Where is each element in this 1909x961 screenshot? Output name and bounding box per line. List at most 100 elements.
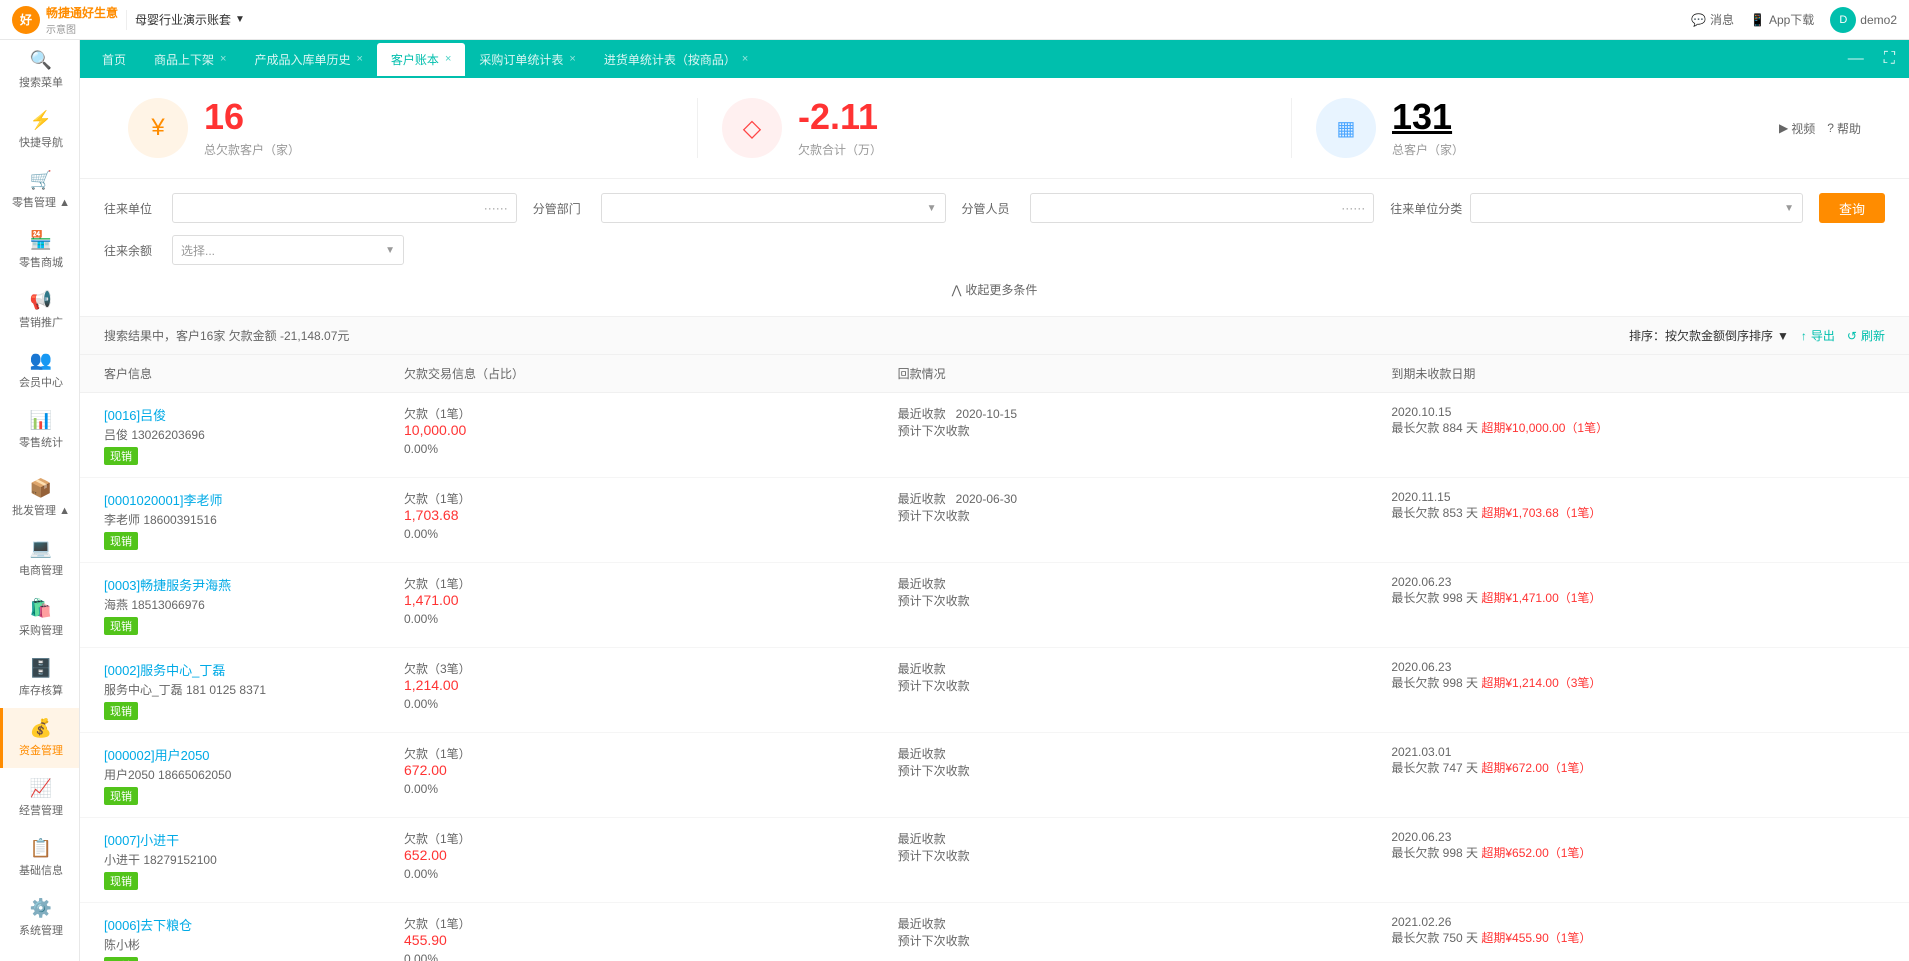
customer-name-link[interactable]: [0007]小进干 — [104, 830, 404, 849]
results-summary: 搜索结果中，客户16家 欠款金额 -21,148.07元 排序：按欠款金额倒序排… — [80, 317, 1909, 355]
sidebar-item-retail-stats[interactable]: 📊 零售统计 — [0, 400, 79, 460]
sidebar-item-operation[interactable]: 📈 经营管理 — [0, 768, 79, 828]
filter-input-person[interactable]: ··· — [1030, 193, 1375, 223]
tab-close-icon[interactable]: × — [220, 53, 226, 65]
tab-label: 客户账本 — [391, 51, 439, 68]
search-button[interactable]: 查询 — [1819, 193, 1885, 223]
refresh-button[interactable]: ↺ 刷新 — [1847, 327, 1885, 344]
filter-select-balance[interactable]: 选择... ▼ — [172, 235, 404, 265]
sidebar-item-retail-mall[interactable]: 🏪 零售商城 — [0, 220, 79, 280]
tab-product-shelf[interactable]: 商品上下架 × — [140, 43, 240, 76]
next-payment-label: 预计下次收款 — [898, 592, 1392, 609]
last-payment-label: 最近收款 2020-10-15 — [898, 405, 1392, 422]
top-bar-right: 💬 消息 📱 App下载 D demo2 — [1691, 7, 1897, 33]
customer-name-link[interactable]: [0003]畅捷服务尹海燕 — [104, 575, 404, 594]
chevron-up-icon: ⋀ — [952, 283, 962, 297]
collapse-button[interactable]: ⋀ 收起更多条件 — [952, 281, 1038, 298]
sidebar-item-marketing[interactable]: 📢 营销推广 — [0, 280, 79, 340]
chevron-down-icon: ▼ — [1777, 329, 1789, 343]
main-layout: 🔍 搜索菜单 ⚡ 快捷导航 🛒 零售管理 ▲ 🏪 零售商城 📢 营销推广 👥 会… — [0, 40, 1909, 961]
customer-name-link[interactable]: [0001020001]李老师 — [104, 490, 404, 509]
video-button[interactable]: ▶ 视频 — [1779, 120, 1815, 137]
tab-close-icon[interactable]: × — [569, 53, 575, 65]
user-avatar-button[interactable]: D demo2 — [1830, 7, 1897, 33]
filter-row-2: 往来余额 选择... ▼ — [104, 235, 1885, 265]
customer-phone: 吕俊 13026203696 — [104, 426, 404, 443]
debt-info: 欠款（1笔） 455.90 0.00% — [404, 915, 898, 961]
due-date: 2020.11.15 — [1391, 490, 1885, 504]
debt-info: 欠款（1笔） 1,471.00 0.00% — [404, 575, 898, 626]
filter-select-dept[interactable]: ▼ — [601, 193, 946, 223]
debt-amount[interactable]: 1,214.00 — [404, 677, 898, 693]
overdue-amount-link[interactable]: 超期¥652.00（1笔） — [1481, 846, 1591, 860]
message-button[interactable]: 💬 消息 — [1691, 11, 1734, 28]
due-date: 2021.02.26 — [1391, 915, 1885, 929]
export-button[interactable]: ↑ 导出 — [1801, 327, 1835, 344]
overdue-amount-link[interactable]: 超期¥672.00（1笔） — [1481, 761, 1591, 775]
tab-close-icon[interactable]: × — [742, 53, 748, 65]
sidebar-item-batch-mgmt[interactable]: 📦 批发管理 ▲ — [0, 468, 79, 528]
due-date: 2020.06.23 — [1391, 660, 1885, 674]
last-payment-label: 最近收款 2020-06-30 — [898, 490, 1392, 507]
col-header-payment: 回款情况 — [898, 365, 1392, 382]
debt-info: 欠款（1笔） 10,000.00 0.00% — [404, 405, 898, 456]
help-button[interactable]: ? 帮助 — [1827, 120, 1861, 137]
sidebar-item-purchase[interactable]: 🛍️ 采购管理 — [0, 588, 79, 648]
filter-select-category[interactable]: ▼ — [1470, 193, 1803, 223]
sidebar-item-enterprise[interactable]: 🤝 企业协同 — [0, 948, 79, 961]
overdue-amount-link[interactable]: 超期¥1,214.00（3笔） — [1481, 676, 1601, 690]
customer-tag: 现销 — [104, 532, 138, 550]
overdue-amount-link[interactable]: 超期¥1,471.00（1笔） — [1481, 591, 1601, 605]
sort-select[interactable]: 排序：按欠款金额倒序排序 ▼ — [1629, 327, 1789, 344]
tab-home[interactable]: 首页 — [88, 43, 140, 76]
filter-input-unit[interactable]: ··· — [172, 193, 517, 223]
tab-label: 首页 — [102, 51, 126, 68]
debt-amount[interactable]: 672.00 — [404, 762, 898, 778]
tab-minimize-button[interactable]: — — [1842, 48, 1870, 70]
table-row: [0006]去下粮仓 陈小彬 现销 欠款（1笔） 455.90 0.00% 最近… — [80, 903, 1909, 961]
sidebar-item-search[interactable]: 🔍 搜索菜单 — [0, 40, 79, 100]
tab-close-icon[interactable]: × — [445, 53, 451, 65]
debt-amount[interactable]: 652.00 — [404, 847, 898, 863]
cart-icon: 🛒 — [30, 170, 52, 191]
customer-name-link[interactable]: [0016]吕俊 — [104, 405, 404, 424]
overdue-amount-link[interactable]: 超期¥1,703.68（1笔） — [1481, 506, 1601, 520]
table-row: [0016]吕俊 吕俊 13026203696 现销 欠款（1笔） 10,000… — [80, 393, 1909, 478]
due-date: 2020.06.23 — [1391, 575, 1885, 589]
tab-close-icon[interactable]: × — [356, 53, 362, 65]
sidebar-item-quick-nav[interactable]: ⚡ 快捷导航 — [0, 100, 79, 160]
debt-amount[interactable]: 1,703.68 — [404, 507, 898, 523]
tab-purchase-order[interactable]: 采购订单统计表 × — [465, 43, 589, 76]
customer-phone: 海燕 18513066976 — [104, 596, 404, 613]
company-select[interactable]: 母婴行业演示账套 ▼ — [135, 11, 245, 28]
debt-amount[interactable]: 1,471.00 — [404, 592, 898, 608]
stat-label-debt-total: 欠款合计（万） — [798, 141, 882, 158]
tab-production-history[interactable]: 产成品入库单历史 × — [240, 43, 376, 76]
table-header: 客户信息 欠款交易信息（占比） 回款情况 到期未收款日期 — [80, 355, 1909, 393]
sidebar-item-finance[interactable]: 💰 资金管理 — [0, 708, 79, 768]
tab-customer-account[interactable]: 客户账本 × — [377, 43, 465, 76]
sidebar-item-system[interactable]: ⚙️ 系统管理 — [0, 888, 79, 948]
logo-icon: 好 — [12, 6, 40, 34]
customer-tag: 现销 — [104, 617, 138, 635]
filter-row-1: 往来单位 ··· 分管部门 ▼ 分管人员 — [104, 193, 1885, 223]
customer-name-link[interactable]: [000002]用户2050 — [104, 745, 404, 764]
app-download-button[interactable]: 📱 App下载 — [1750, 11, 1814, 28]
debt-amount[interactable]: 10,000.00 — [404, 422, 898, 438]
sidebar-item-label: 经营管理 — [19, 802, 63, 818]
sidebar-item-member[interactable]: 👥 会员中心 — [0, 340, 79, 400]
overdue-amount-link[interactable]: 超期¥10,000.00（1笔） — [1481, 421, 1608, 435]
overdue-amount-link[interactable]: 超期¥455.90（1笔） — [1481, 931, 1591, 945]
sidebar-item-ecommerce[interactable]: 💻 电商管理 — [0, 528, 79, 588]
due-date: 2020.10.15 — [1391, 405, 1885, 419]
tab-maximize-button[interactable]: ⛶ — [1878, 48, 1901, 70]
sidebar-item-basic-info[interactable]: 📋 基础信息 — [0, 828, 79, 888]
tab-purchase-stats[interactable]: 进货单统计表（按商品） × — [590, 43, 762, 76]
customer-name-link[interactable]: [0002]服务中心_丁磊 — [104, 660, 404, 679]
debt-amount[interactable]: 455.90 — [404, 932, 898, 948]
sidebar-item-inventory[interactable]: 🗄️ 库存核算 — [0, 648, 79, 708]
table-row: [0001020001]李老师 李老师 18600391516 现销 欠款（1笔… — [80, 478, 1909, 563]
customer-name-link[interactable]: [0006]去下粮仓 — [104, 915, 404, 934]
sidebar-item-retail-mgmt[interactable]: 🛒 零售管理 ▲ — [0, 160, 79, 220]
diamond-icon: ◇ — [722, 98, 782, 158]
